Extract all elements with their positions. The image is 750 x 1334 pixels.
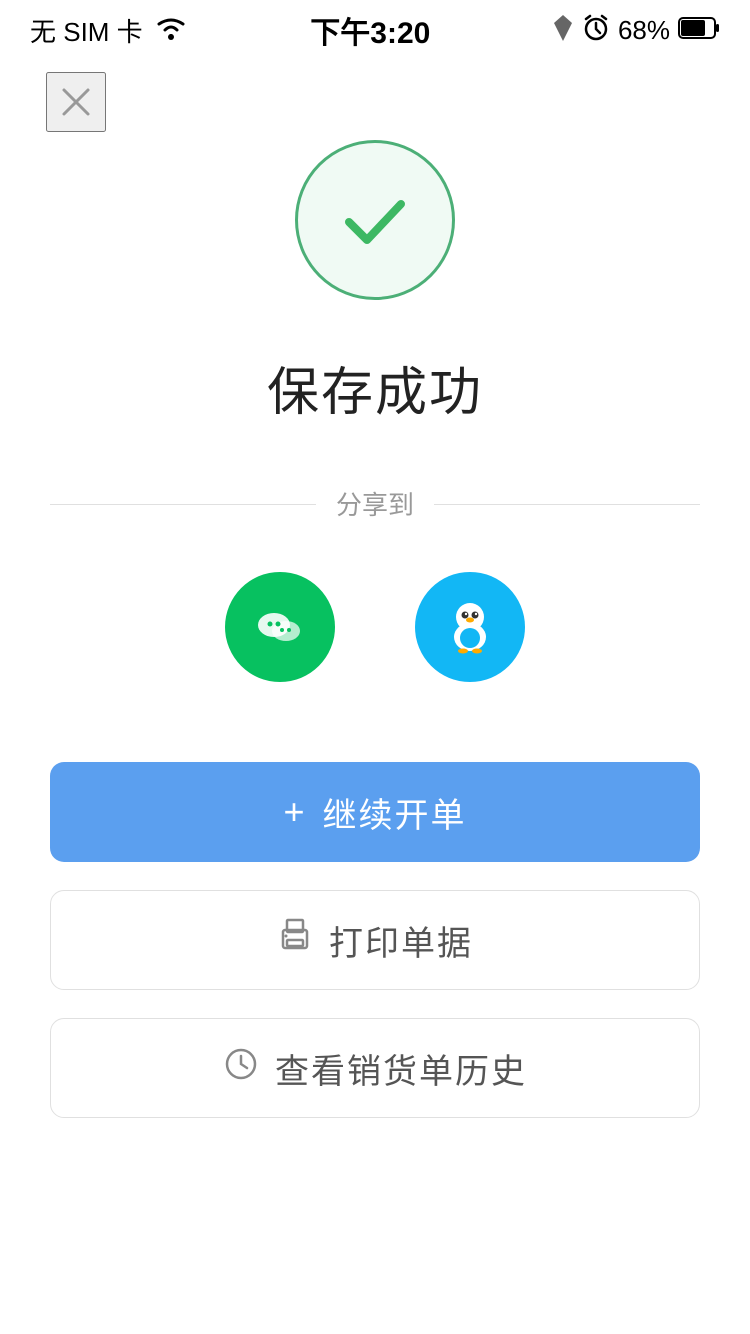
qq-share-button[interactable] [415, 572, 525, 682]
action-buttons: + 继续开单 打印单据 查看销货单历史 [50, 762, 700, 1118]
print-button[interactable]: 打印单据 [50, 890, 700, 990]
sim-label: 无 SIM 卡 [30, 12, 143, 49]
success-title: 保存成功 [267, 350, 483, 425]
alarm-icon [582, 13, 610, 48]
share-icons [225, 572, 525, 682]
status-right: 68% [552, 13, 720, 48]
close-button[interactable] [46, 72, 106, 132]
status-left: 无 SIM 卡 [30, 12, 189, 49]
history-label: 查看销货单历史 [275, 1044, 527, 1093]
location-icon [552, 13, 574, 48]
share-label: 分享到 [316, 485, 434, 522]
success-circle [295, 140, 455, 300]
time-display: 下午3:20 [310, 8, 430, 52]
continue-button[interactable]: + 继续开单 [50, 762, 700, 862]
plus-icon: + [283, 791, 306, 833]
wechat-share-button[interactable] [225, 572, 335, 682]
history-button[interactable]: 查看销货单历史 [50, 1018, 700, 1118]
continue-label: 继续开单 [323, 788, 467, 837]
battery-icon [678, 15, 720, 46]
share-divider: 分享到 [50, 485, 700, 522]
status-bar: 无 SIM 卡 下午3:20 68% [0, 0, 750, 60]
print-icon [277, 918, 313, 963]
wifi-icon [153, 14, 189, 47]
print-label: 打印单据 [329, 916, 473, 965]
main-content: 保存成功 分享到 [0, 60, 750, 1118]
battery-percentage: 68% [618, 15, 670, 46]
history-icon [223, 1046, 259, 1091]
